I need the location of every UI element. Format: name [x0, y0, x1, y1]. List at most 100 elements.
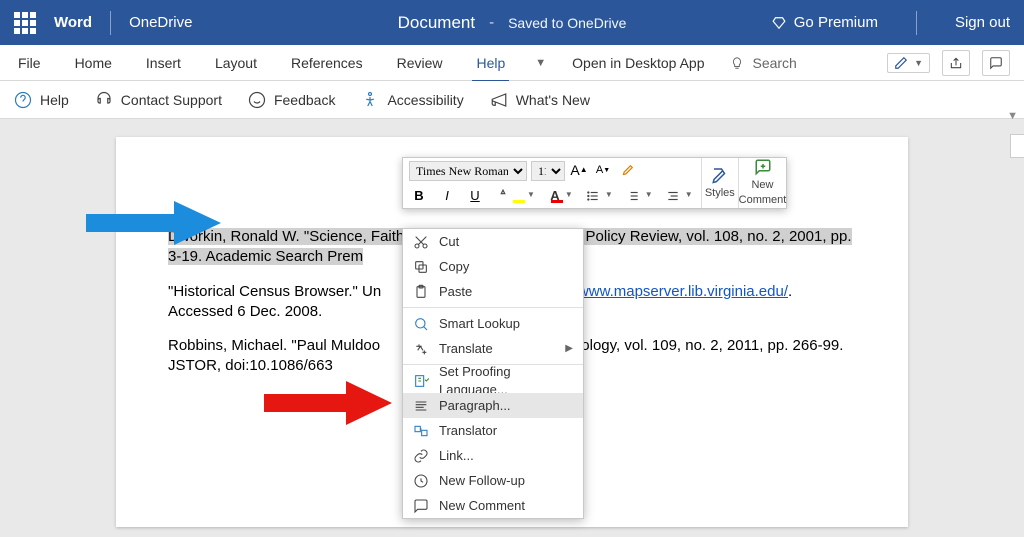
tab-layout[interactable]: Layout — [211, 45, 261, 81]
ctx-new-comment[interactable]: New Comment — [403, 493, 583, 518]
highlight-button[interactable]: ▼ — [493, 186, 537, 206]
go-premium-button[interactable]: Go Premium — [772, 14, 878, 31]
open-desktop-button[interactable]: Open in Desktop App — [572, 55, 704, 71]
ctx-translate-label: Translate — [439, 340, 493, 358]
ctx-new-comment-label: New Comment — [439, 497, 525, 515]
help-circle-icon — [14, 91, 32, 109]
ctx-smart-lookup[interactable]: Smart Lookup — [403, 311, 583, 336]
dash: - — [489, 14, 494, 31]
go-premium-label: Go Premium — [794, 14, 878, 31]
megaphone-icon — [490, 91, 508, 109]
new-comment-label-2: Comment — [739, 193, 787, 208]
annotation-arrow-red — [264, 381, 392, 425]
translator-icon — [413, 423, 429, 439]
pane-stub[interactable] — [1010, 134, 1024, 158]
location-label[interactable]: OneDrive — [129, 14, 192, 31]
comment-icon — [413, 498, 429, 514]
ctx-link-label: Link... — [439, 447, 474, 465]
tab-file[interactable]: File — [14, 45, 45, 81]
accessibility-button[interactable]: Accessibility — [361, 91, 463, 109]
document-canvas: Dworkin, Ronald W. "Science, Faith and A… — [0, 119, 1024, 537]
tab-references[interactable]: References — [287, 45, 367, 81]
ctx-cut[interactable]: Cut — [403, 229, 583, 254]
share-button[interactable] — [942, 50, 970, 76]
shrink-font-button[interactable]: A▼ — [593, 161, 613, 181]
ctx-paste[interactable]: Paste — [403, 279, 583, 304]
font-size-select[interactable]: 11 — [531, 161, 565, 181]
new-comment-button[interactable]: New Comment — [738, 158, 786, 208]
lightbulb-icon — [730, 56, 744, 70]
help-label: Help — [40, 92, 69, 108]
new-comment-label-1: New — [751, 178, 773, 193]
sign-out-button[interactable]: Sign out — [955, 14, 1010, 31]
ribbon-tabs: File Home Insert Layout References Revie… — [0, 45, 1024, 81]
diamond-icon — [772, 16, 786, 30]
more-tabs-chevron-icon[interactable]: ▼ — [535, 57, 546, 69]
tab-insert[interactable]: Insert — [142, 45, 185, 81]
comments-button[interactable] — [982, 50, 1010, 76]
app-launcher-icon[interactable] — [14, 12, 36, 34]
contact-support-button[interactable]: Contact Support — [95, 91, 222, 109]
ctx-paste-label: Paste — [439, 283, 472, 301]
italic-button[interactable]: I — [437, 186, 457, 206]
accessibility-label: Accessibility — [387, 92, 463, 108]
tab-review[interactable]: Review — [393, 45, 447, 81]
contact-support-label: Contact Support — [121, 92, 222, 108]
ctx-paragraph[interactable]: Paragraph... — [403, 393, 583, 418]
separator — [916, 11, 917, 35]
ctx-followup-label: New Follow-up — [439, 472, 525, 490]
paste-icon — [413, 284, 429, 300]
comment-icon — [989, 56, 1003, 70]
smiley-icon — [248, 91, 266, 109]
ctx-translate[interactable]: Translate ▶ — [403, 336, 583, 361]
whats-new-button[interactable]: What's New — [490, 91, 590, 109]
separator — [110, 11, 111, 35]
ctx-proofing-language[interactable]: Set Proofing Language... — [403, 368, 583, 393]
feedback-label: Feedback — [274, 92, 335, 108]
open-desktop-label: Open in Desktop App — [572, 55, 704, 71]
share-icon — [949, 56, 963, 70]
new-comment-icon — [754, 158, 772, 176]
styles-icon — [711, 166, 729, 184]
annotation-arrow-blue — [86, 201, 221, 245]
ctx-new-followup[interactable]: New Follow-up — [403, 468, 583, 493]
copy-icon — [413, 259, 429, 275]
bullets-button[interactable]: ▼ — [583, 186, 615, 206]
tab-help[interactable]: Help — [472, 45, 509, 81]
chevron-down-icon: ▼ — [914, 58, 923, 68]
cut-icon — [413, 234, 429, 250]
tab-home[interactable]: Home — [71, 45, 116, 81]
ctx-copy[interactable]: Copy — [403, 254, 583, 279]
link-icon — [413, 448, 429, 464]
numbering-button[interactable]: ▼ — [623, 186, 655, 206]
followup-icon — [413, 473, 429, 489]
outdent-button[interactable]: ▼ — [663, 186, 695, 206]
edit-mode-button[interactable]: ▼ — [887, 53, 930, 73]
chevron-right-icon: ▶ — [565, 342, 573, 356]
citation-link[interactable]: www.mapserver.lib.virginia.edu/ — [578, 283, 788, 300]
doc-title[interactable]: Document — [398, 13, 475, 33]
font-color-button[interactable]: A▼ — [545, 186, 575, 206]
feedback-button[interactable]: Feedback — [248, 91, 335, 109]
grow-font-button[interactable]: A▲ — [569, 161, 589, 181]
search-icon — [413, 316, 429, 332]
bold-button[interactable]: B — [409, 186, 429, 206]
underline-button[interactable]: U — [465, 186, 485, 206]
font-name-select[interactable]: Times New Roman — [409, 161, 527, 181]
app-name: Word — [54, 14, 92, 31]
ctx-link[interactable]: Link... — [403, 443, 583, 468]
p3-part-a: Robbins, Michael. "Paul Muldoo — [168, 337, 380, 354]
help-ribbon-row: Help Contact Support Feedback Accessibil… — [0, 81, 1024, 119]
styles-label: Styles — [705, 186, 735, 201]
search-button[interactable]: Search — [730, 55, 796, 71]
translate-icon — [413, 341, 429, 357]
help-button[interactable]: Help — [14, 91, 69, 109]
title-bar: Word OneDrive Document - Saved to OneDri… — [0, 0, 1024, 45]
ctx-copy-label: Copy — [439, 258, 469, 276]
format-painter-button[interactable] — [617, 161, 637, 181]
ctx-translator[interactable]: Translator — [403, 418, 583, 443]
ctx-smart-lookup-label: Smart Lookup — [439, 315, 520, 333]
pencil-icon — [894, 56, 908, 70]
document-page[interactable]: Dworkin, Ronald W. "Science, Faith and A… — [116, 137, 908, 527]
styles-button[interactable]: Styles — [701, 158, 738, 208]
